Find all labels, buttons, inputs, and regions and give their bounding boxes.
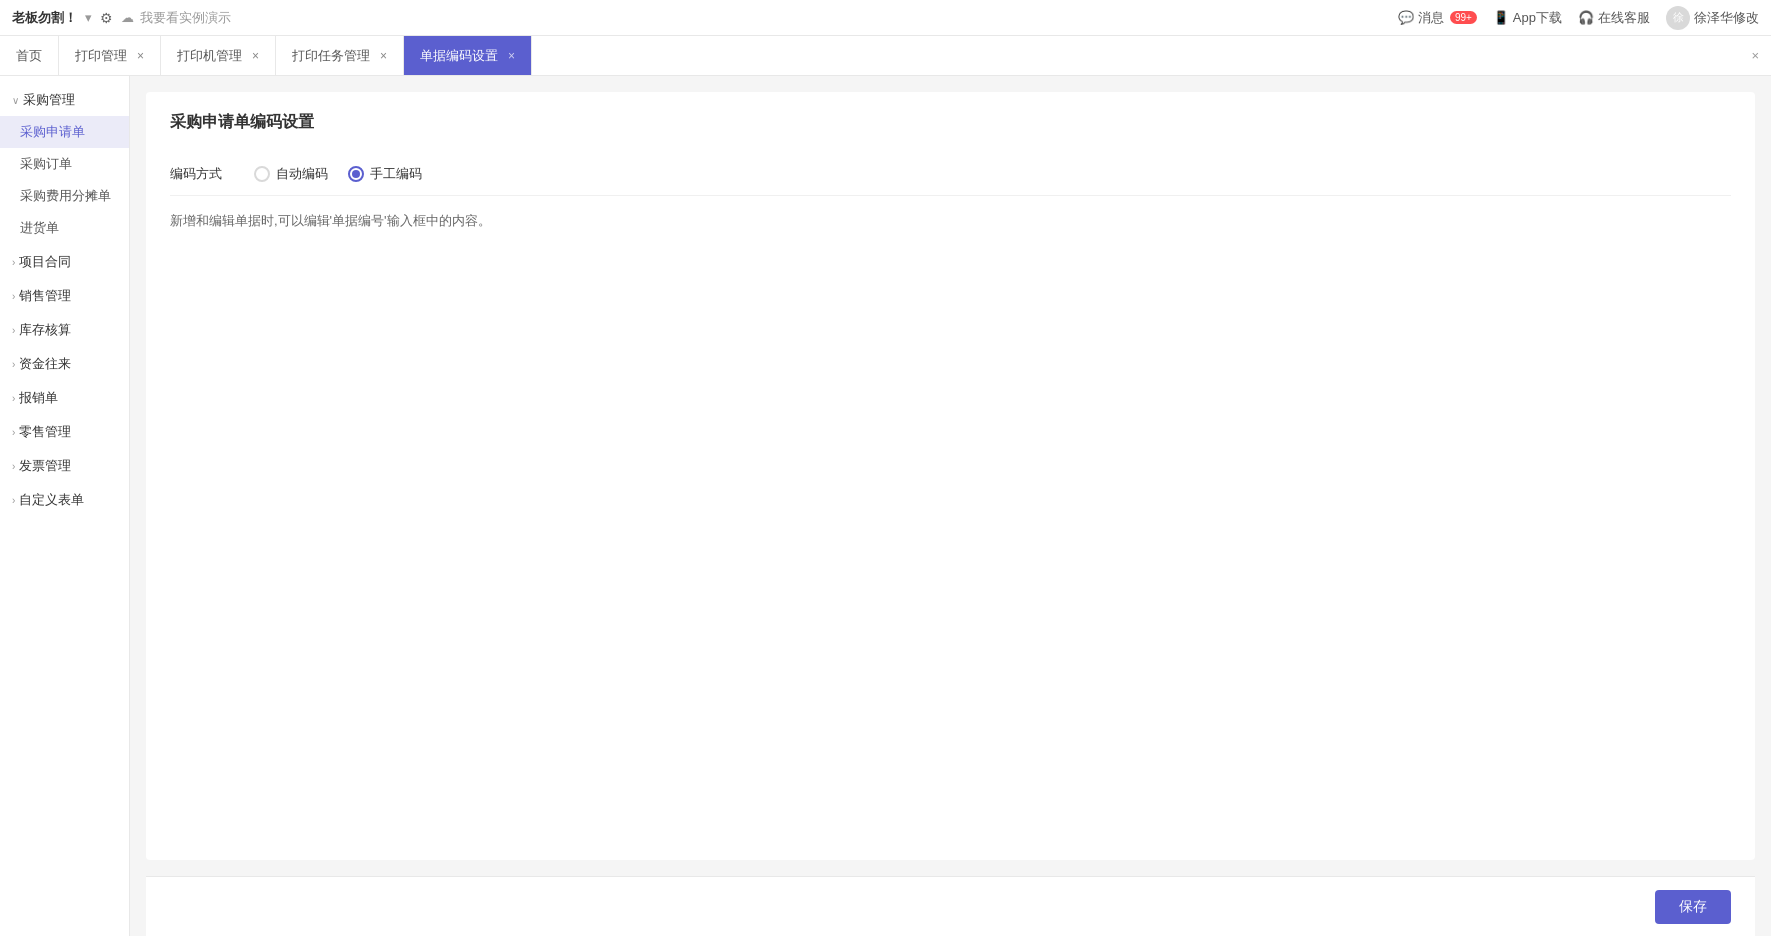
sidebar-item-purchase-request[interactable]: 采购申请单 [0, 116, 129, 148]
sidebar-group-expense: › 报销单 [0, 382, 129, 414]
encoding-mode-row: 编码方式 自动编码 手工编码 [170, 153, 1731, 196]
tabbar: 首页 打印管理 × 打印机管理 × 打印任务管理 × 单据编码设置 × × [0, 36, 1771, 76]
sidebar-group-sales-header[interactable]: › 销售管理 [0, 280, 129, 312]
avatar: 徐 [1666, 6, 1690, 30]
sidebar-group-finance: › 资金往来 [0, 348, 129, 380]
sidebar-group-purchase-label: 采购管理 [23, 91, 75, 109]
sidebar-group-custom-header[interactable]: › 自定义表单 [0, 484, 129, 516]
sidebar-group-inventory: › 库存核算 [0, 314, 129, 346]
sidebar-group-custom: › 自定义表单 [0, 484, 129, 516]
chevron-right-icon-3: › [12, 325, 15, 336]
sidebar-group-inventory-label: 库存核算 [19, 321, 71, 339]
sidebar-group-finance-label: 资金往来 [19, 355, 71, 373]
radio-manual-code-circle[interactable] [348, 166, 364, 182]
topbar: 老板勿割！ ▾ ⚙ ☁ 我要看实例演示 💬 消息 99+ 📱 App下载 🎧 在… [0, 0, 1771, 36]
tab-encoding-settings[interactable]: 单据编码设置 × [404, 36, 532, 75]
tab-print-task[interactable]: 打印任务管理 × [276, 36, 404, 75]
app-icon: 📱 [1493, 10, 1509, 25]
app-download-button[interactable]: 📱 App下载 [1493, 9, 1562, 27]
chevron-right-icon-4: › [12, 359, 15, 370]
sidebar-item-purchase-receipt[interactable]: 进货单 [0, 212, 129, 244]
user-menu-button[interactable]: 徐 徐泽华修改 [1666, 6, 1759, 30]
chevron-down-icon: ∨ [12, 95, 19, 106]
sidebar-item-purchase-expense[interactable]: 采购费用分摊单 [0, 180, 129, 212]
hint-text: 新增和编辑单据时,可以编辑'单据编号'输入框中的内容。 [170, 212, 1731, 230]
search-bar[interactable]: ☁ 我要看实例演示 [121, 9, 231, 27]
content-area: 采购申请单编码设置 编码方式 自动编码 手工编码 新增和编辑单据时,可以编辑'单… [130, 76, 1771, 936]
headset-icon: 🎧 [1578, 10, 1594, 25]
save-button[interactable]: 保存 [1655, 890, 1731, 924]
sidebar-group-expense-header[interactable]: › 报销单 [0, 382, 129, 414]
message-badge: 99+ [1450, 11, 1477, 24]
tab-print-task-label: 打印任务管理 [292, 47, 370, 65]
sidebar-group-retail: › 零售管理 [0, 416, 129, 448]
page-title: 采购申请单编码设置 [170, 112, 1731, 133]
sidebar-group-finance-header[interactable]: › 资金往来 [0, 348, 129, 380]
sidebar-group-project-label: 项目合同 [19, 253, 71, 271]
sidebar-group-inventory-header[interactable]: › 库存核算 [0, 314, 129, 346]
radio-group-encoding: 自动编码 手工编码 [254, 165, 422, 183]
tab-printer-management-close[interactable]: × [252, 49, 259, 63]
sidebar-group-expense-label: 报销单 [19, 389, 58, 407]
sidebar-group-invoice-header[interactable]: › 发票管理 [0, 450, 129, 482]
sidebar-group-custom-label: 自定义表单 [19, 491, 84, 509]
sidebar-group-purchase-header[interactable]: ∨ 采购管理 [0, 84, 129, 116]
tab-print-management[interactable]: 打印管理 × [59, 36, 161, 75]
sidebar-group-retail-header[interactable]: › 零售管理 [0, 416, 129, 448]
topbar-left: 老板勿割！ ▾ ⚙ ☁ 我要看实例演示 [12, 9, 231, 27]
message-button[interactable]: 💬 消息 99+ [1398, 9, 1477, 27]
tab-printer-management-label: 打印机管理 [177, 47, 242, 65]
tab-home-label: 首页 [16, 47, 42, 65]
radio-auto-code-label: 自动编码 [276, 165, 328, 183]
tab-print-management-close[interactable]: × [137, 49, 144, 63]
tab-encoding-settings-close[interactable]: × [508, 49, 515, 63]
radio-auto-code-circle[interactable] [254, 166, 270, 182]
encoding-mode-label: 编码方式 [170, 165, 230, 183]
message-icon: 💬 [1398, 10, 1414, 25]
sidebar-group-project: › 项目合同 [0, 246, 129, 278]
sidebar-group-invoice: › 发票管理 [0, 450, 129, 482]
gear-icon[interactable]: ⚙ [100, 10, 113, 26]
main-layout: ∨ 采购管理 采购申请单 采购订单 采购费用分摊单 进货单 › 项目合同 › 销… [0, 76, 1771, 936]
tab-printer-management[interactable]: 打印机管理 × [161, 36, 276, 75]
online-service-button[interactable]: 🎧 在线客服 [1578, 9, 1650, 27]
sidebar: ∨ 采购管理 采购申请单 采购订单 采购费用分摊单 进货单 › 项目合同 › 销… [0, 76, 130, 936]
content-inner: 采购申请单编码设置 编码方式 自动编码 手工编码 新增和编辑单据时,可以编辑'单… [146, 92, 1755, 860]
chevron-right-icon: › [12, 257, 15, 268]
chevron-right-icon-6: › [12, 427, 15, 438]
tab-print-task-close[interactable]: × [380, 49, 387, 63]
dropdown-arrow-icon[interactable]: ▾ [85, 10, 92, 25]
tab-home[interactable]: 首页 [0, 36, 59, 75]
tab-print-management-label: 打印管理 [75, 47, 127, 65]
chevron-right-icon-7: › [12, 461, 15, 472]
tab-encoding-settings-label: 单据编码设置 [420, 47, 498, 65]
cloud-icon: ☁ [121, 10, 134, 25]
sidebar-item-purchase-order[interactable]: 采购订单 [0, 148, 129, 180]
search-text: 我要看实例演示 [140, 9, 231, 27]
content-footer: 保存 [146, 876, 1755, 936]
chevron-right-icon-5: › [12, 393, 15, 404]
chevron-right-icon-2: › [12, 291, 15, 302]
radio-manual-code-label: 手工编码 [370, 165, 422, 183]
app-logo: 老板勿割！ [12, 9, 77, 27]
sidebar-group-sales-label: 销售管理 [19, 287, 71, 305]
sidebar-group-sales: › 销售管理 [0, 280, 129, 312]
radio-manual-code[interactable]: 手工编码 [348, 165, 422, 183]
chevron-right-icon-8: › [12, 495, 15, 506]
sidebar-group-invoice-label: 发票管理 [19, 457, 71, 475]
close-all-button[interactable]: × [1739, 36, 1771, 75]
sidebar-group-project-header[interactable]: › 项目合同 [0, 246, 129, 278]
sidebar-group-retail-label: 零售管理 [19, 423, 71, 441]
sidebar-group-purchase: ∨ 采购管理 采购申请单 采购订单 采购费用分摊单 进货单 [0, 84, 129, 244]
radio-auto-code[interactable]: 自动编码 [254, 165, 328, 183]
topbar-right: 💬 消息 99+ 📱 App下载 🎧 在线客服 徐 徐泽华修改 [1398, 6, 1759, 30]
